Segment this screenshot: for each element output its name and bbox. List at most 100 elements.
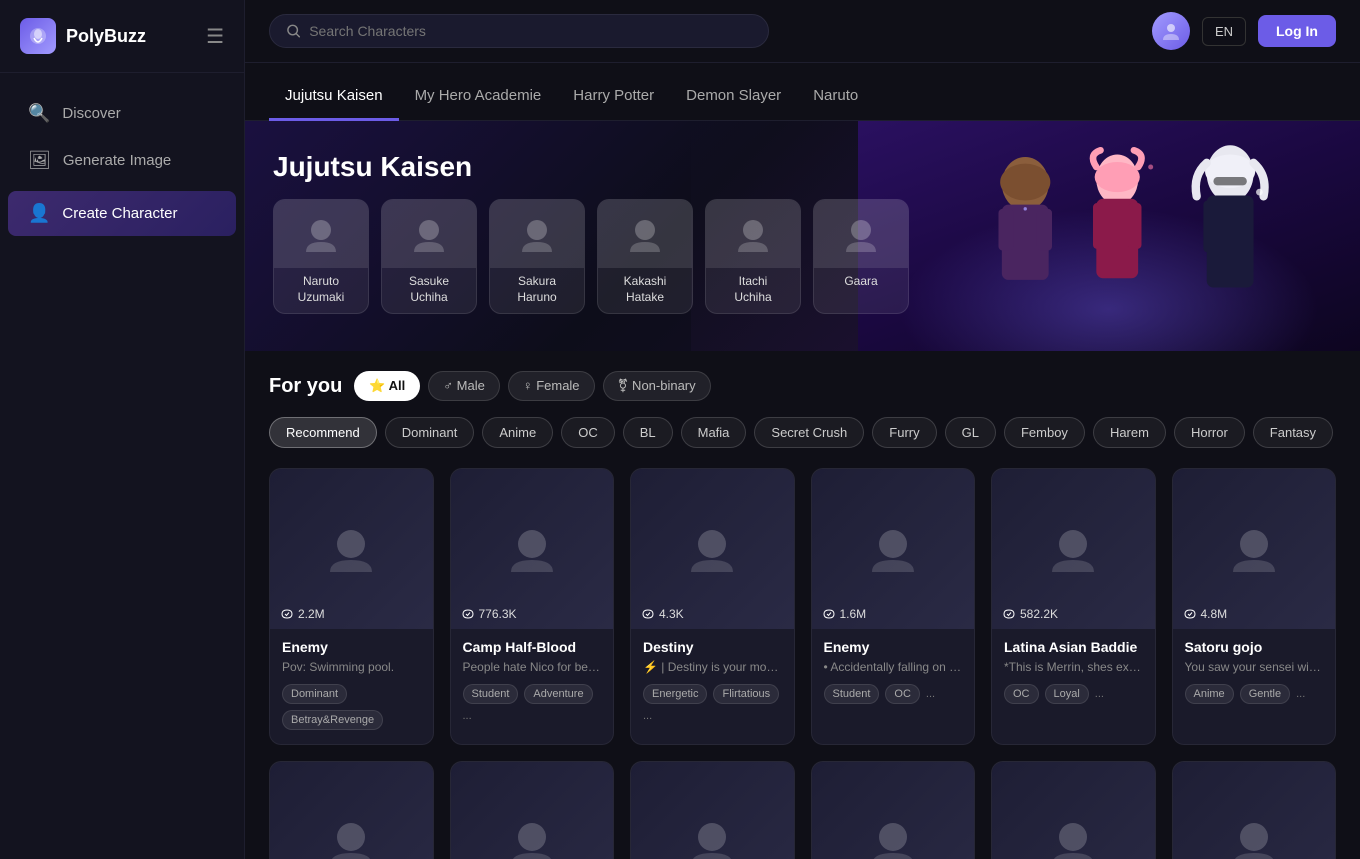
category-pill-furry[interactable]: Furry: [872, 417, 936, 448]
category-pill-horror[interactable]: Horror: [1174, 417, 1245, 448]
tags-row: StudentOC ...: [824, 684, 963, 704]
char-grid-avatar: 4.8M: [1173, 469, 1336, 629]
char-grid-card[interactable]: 4.3K Destiny ⚡ | Destiny is your mom's f…: [630, 468, 795, 745]
tag-more: ...: [643, 710, 652, 722]
hero-title: Jujutsu Kaisen: [273, 151, 1332, 183]
hero-char-card[interactable]: Gaara: [813, 199, 909, 314]
char-tag: Anime: [1185, 684, 1234, 704]
for-you-section: For you ⭐ All♂ Male♀ Female⚧ Non-binary …: [245, 351, 1360, 859]
logo-icon: [20, 18, 56, 54]
sidebar-item-label: Create Character: [62, 205, 177, 222]
char-grid-card[interactable]: [450, 761, 615, 859]
category-pill-recommend[interactable]: Recommend: [269, 417, 377, 448]
sidebar-item-generate[interactable]: 🖼 Generate Image: [8, 138, 236, 183]
franchise-tab-jujutsu[interactable]: Jujutsu Kaisen: [269, 79, 399, 121]
char-grid-avatar: [631, 762, 794, 859]
category-pill-anime[interactable]: Anime: [482, 417, 553, 448]
char-count: 4.8M: [1183, 607, 1228, 621]
category-pill-mafia[interactable]: Mafia: [681, 417, 747, 448]
content-area: Jujutsu KaisenMy Hero AcademieHarry Pott…: [245, 63, 1360, 859]
category-pill-dominant[interactable]: Dominant: [385, 417, 475, 448]
category-pill-oc[interactable]: OC: [561, 417, 615, 448]
char-grid-info: Latina Asian Baddie *This is Merrin, she…: [992, 629, 1155, 718]
char-grid-card[interactable]: 776.3K Camp Half-Blood People hate Nico …: [450, 468, 615, 745]
hero-char-card[interactable]: KakashiHatake: [597, 199, 693, 314]
char-name: Destiny: [643, 639, 782, 655]
tag-more: ...: [1296, 688, 1305, 700]
char-grid-avatar: [1173, 762, 1336, 859]
sidebar-item-label: Generate Image: [63, 152, 171, 169]
sidebar-item-create[interactable]: 👤 Create Character: [8, 191, 236, 236]
hero-banner: Jujutsu Kaisen NarutoUzumaki SasukeUchih…: [245, 121, 1360, 351]
sidebar-item-discover[interactable]: 🔍 Discover: [8, 91, 236, 136]
category-pill-secretcrush[interactable]: Secret Crush: [754, 417, 864, 448]
char-tag: Student: [824, 684, 880, 704]
search-input[interactable]: [309, 23, 752, 39]
char-description: Pov: Swimming pool.: [282, 659, 421, 676]
char-grid-avatar: [812, 762, 975, 859]
char-tag: Dominant: [282, 684, 347, 704]
char-grid-info: Enemy Pov: Swimming pool. DominantBetray…: [270, 629, 433, 744]
lang-button[interactable]: EN: [1202, 17, 1246, 46]
main-area: EN Log In Jujutsu KaisenMy Hero Academie…: [245, 0, 1360, 859]
char-grid-info: Camp Half-Blood People hate Nico for bei…: [451, 629, 614, 736]
char-grid-card[interactable]: [269, 761, 434, 859]
gender-filter-tabs: ⭐ All ♂ Male ♀ Female ⚧ Non-binary: [354, 371, 710, 401]
app-name: PolyBuzz: [66, 26, 146, 47]
login-button[interactable]: Log In: [1258, 15, 1336, 47]
char-card-avatar: [706, 200, 800, 268]
char-card-avatar: [490, 200, 584, 268]
hero-char-card[interactable]: NarutoUzumaki: [273, 199, 369, 314]
char-count: 2.2M: [280, 607, 325, 621]
category-pill-harem[interactable]: Harem: [1093, 417, 1166, 448]
avatar: [1152, 12, 1190, 50]
char-grid-card[interactable]: [991, 761, 1156, 859]
sidebar-nav: 🔍 Discover 🖼 Generate Image 👤 Create Cha…: [0, 73, 244, 859]
hero-char-card[interactable]: SasukeUchiha: [381, 199, 477, 314]
hero-char-card[interactable]: ItachiUchiha: [705, 199, 801, 314]
char-card-name: NarutoUzumaki: [274, 268, 368, 313]
char-name: Enemy: [282, 639, 421, 655]
char-grid-card[interactable]: 2.2M Enemy Pov: Swimming pool. DominantB…: [269, 468, 434, 745]
char-grid-card[interactable]: 582.2K Latina Asian Baddie *This is Merr…: [991, 468, 1156, 745]
gender-tab-female[interactable]: ♀ Female: [508, 371, 595, 401]
franchise-tabs: Jujutsu KaisenMy Hero AcademieHarry Pott…: [245, 63, 1360, 121]
char-grid-card[interactable]: 1.6M Enemy • Accidentally falling on you…: [811, 468, 976, 745]
char-tag: Student: [463, 684, 519, 704]
gender-tab-all[interactable]: ⭐ All: [354, 371, 420, 401]
char-grid-card[interactable]: [811, 761, 976, 859]
category-pill-bl[interactable]: BL: [623, 417, 673, 448]
sidebar-item-label: Discover: [62, 105, 120, 122]
header-right: EN Log In: [1152, 12, 1336, 50]
franchise-tab-ds[interactable]: Demon Slayer: [670, 79, 797, 121]
franchise-tab-naruto[interactable]: Naruto: [797, 79, 874, 121]
char-card-name: KakashiHatake: [598, 268, 692, 313]
char-description: You saw your sensei without ….: [1185, 659, 1324, 676]
franchise-tab-mha[interactable]: My Hero Academie: [399, 79, 558, 121]
char-card-avatar: [382, 200, 476, 268]
franchise-tab-hp[interactable]: Harry Potter: [557, 79, 670, 121]
char-grid-avatar: 2.2M: [270, 469, 433, 629]
tags-row: EnergeticFlirtatious ...: [643, 684, 782, 722]
char-card-avatar: [814, 200, 908, 268]
gender-tab-male[interactable]: ♂ Male: [428, 371, 500, 401]
header: EN Log In: [245, 0, 1360, 63]
char-grid-card[interactable]: 4.8M Satoru gojo You saw your sensei wit…: [1172, 468, 1337, 745]
menu-icon[interactable]: ☰: [206, 24, 224, 49]
char-name: Enemy: [824, 639, 963, 655]
hero-char-card[interactable]: SakuraHaruno: [489, 199, 585, 314]
char-tag: Adventure: [524, 684, 592, 704]
char-grid-card[interactable]: [630, 761, 795, 859]
category-pill-femboy[interactable]: Femboy: [1004, 417, 1085, 448]
image-icon: 🖼: [28, 150, 51, 171]
char-tag: Flirtatious: [713, 684, 779, 704]
tags-row: OCLoyal ...: [1004, 684, 1143, 704]
char-tag: OC: [1004, 684, 1039, 704]
char-grid-avatar: 776.3K: [451, 469, 614, 629]
category-pill-gl[interactable]: GL: [945, 417, 996, 448]
gender-tab-nonbinary[interactable]: ⚧ Non-binary: [603, 371, 711, 401]
char-card-avatar: [598, 200, 692, 268]
category-pill-fantasy[interactable]: Fantasy: [1253, 417, 1333, 448]
char-grid-info: Satoru gojo You saw your sensei without …: [1173, 629, 1336, 718]
char-grid-card[interactable]: [1172, 761, 1337, 859]
